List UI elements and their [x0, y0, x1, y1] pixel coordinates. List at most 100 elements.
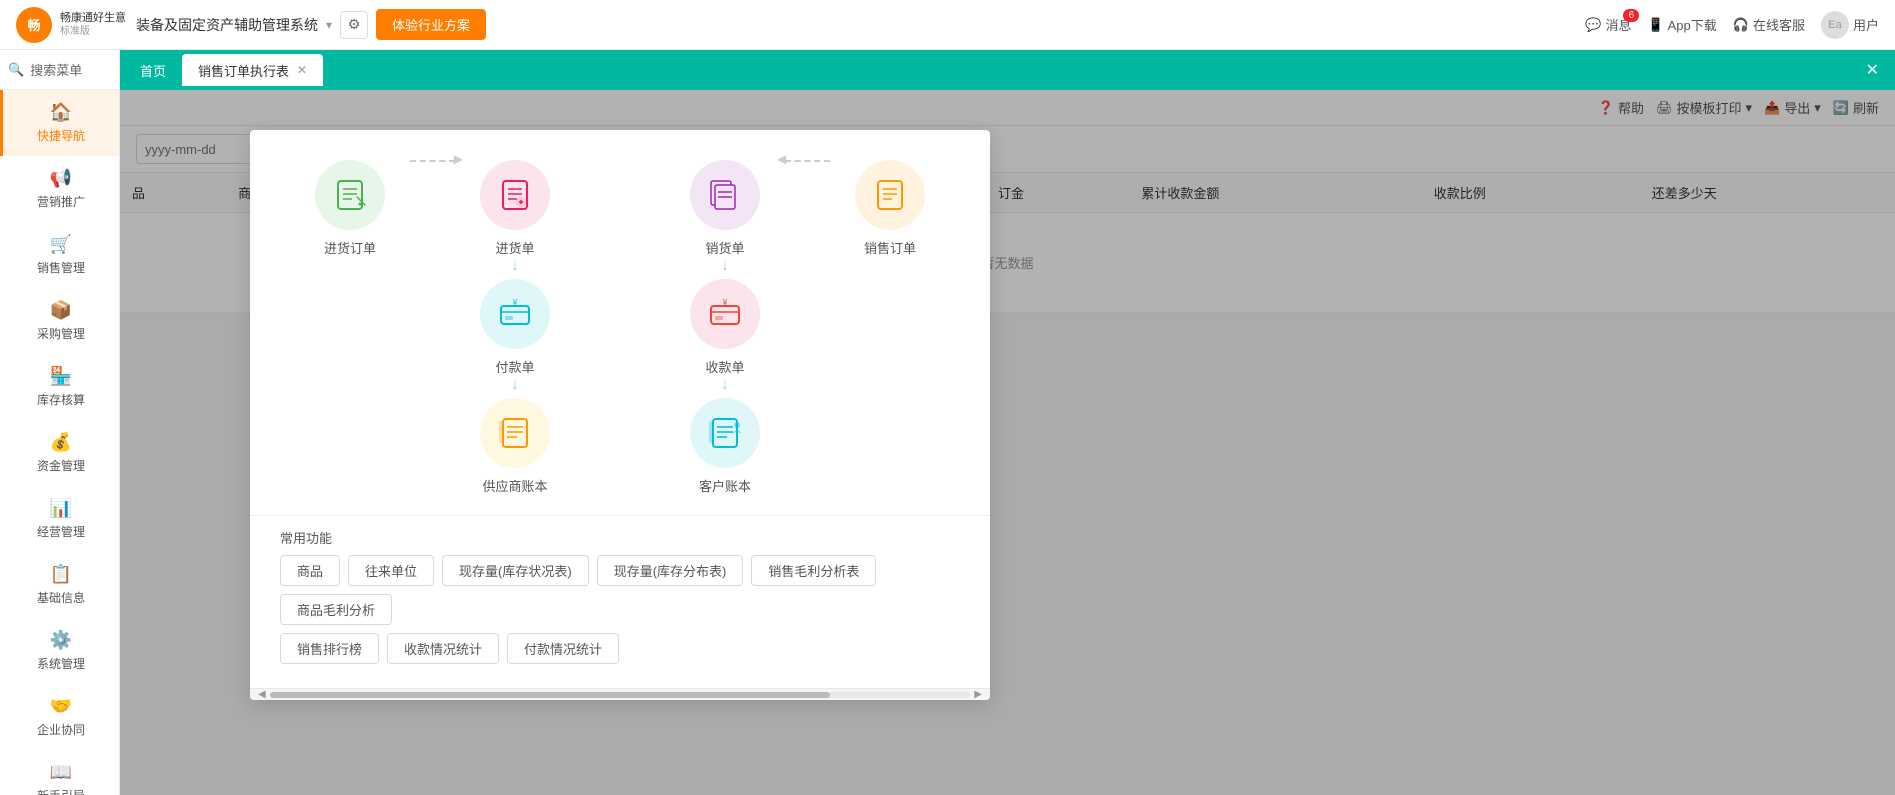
system-icon: ⚙️ — [50, 630, 72, 651]
scroll-left-button[interactable]: ◀ — [254, 689, 270, 700]
common-functions-title: 常用功能 — [280, 516, 960, 555]
service-icon: 🎧 — [1733, 17, 1749, 33]
sidebar-item-label: 基础信息 — [37, 589, 85, 606]
message-icon: 💬 — [1585, 17, 1601, 33]
scrollbar-track[interactable] — [270, 692, 971, 698]
logo-area: 畅 畅康通好生意 标准版 — [16, 7, 136, 43]
tab-close-icon[interactable]: ✕ — [297, 63, 307, 77]
sidebar-item-inventory[interactable]: 🏪 库存核算 — [0, 354, 119, 420]
marketing-icon: 📢 — [50, 168, 72, 189]
sidebar-item-purchase[interactable]: 📦 采购管理 — [0, 288, 119, 354]
user-menu-button[interactable]: Ea 用户 — [1821, 11, 1879, 39]
download-icon: 📱 — [1647, 17, 1663, 33]
message-badge: 6 — [1623, 9, 1639, 22]
func-btn-sales-rank[interactable]: 销售排行榜 — [280, 633, 379, 664]
message-button[interactable]: 💬 消息 6 — [1585, 15, 1631, 34]
sidebar-item-label: 库存核算 — [37, 391, 85, 408]
sidebar-item-sales[interactable]: 🛒 销售管理 — [0, 222, 119, 288]
payment-bill-node[interactable]: ¥ 付款单 — [455, 279, 575, 376]
logo-icon: 畅 — [16, 7, 52, 43]
sidebar-item-label: 经营管理 — [37, 523, 85, 540]
tab-home[interactable]: 首页 — [124, 54, 182, 86]
sidebar-item-operations[interactable]: 📊 经营管理 — [0, 486, 119, 552]
system-title: 装备及固定资产辅助管理系统 — [136, 15, 318, 35]
sidebar-item-marketing[interactable]: 📢 营销推广 — [0, 156, 119, 222]
logo-text: 畅康通好生意 标准版 — [60, 11, 126, 38]
receipt-bill-node[interactable]: ¥ 收款单 — [665, 279, 785, 376]
sidebar-item-label: 新手引导 — [37, 787, 85, 795]
scrollbar-thumb[interactable] — [270, 692, 830, 698]
main-layout: 🔍 搜索菜单 🏠 快捷导航 📢 营销推广 🛒 销售管理 📦 采购管理 🏪 库存核… — [0, 50, 1895, 795]
purchase-icon: 📦 — [50, 300, 72, 321]
purchase-bill-label: 进货单 — [495, 238, 534, 257]
finance-icon: 💰 — [50, 432, 72, 453]
top-header: 畅 畅康通好生意 标准版 装备及固定资产辅助管理系统 ▾ ⚙ 体验行业方案 💬 … — [0, 0, 1895, 50]
home-icon: 🏠 — [50, 102, 72, 123]
supplier-ledger-node[interactable]: 供应商账本 — [455, 398, 575, 495]
payment-bill-label: 付款单 — [495, 357, 534, 376]
beginner-icon: 📖 — [50, 762, 72, 783]
func-btn-sales-profit[interactable]: 销售毛利分析表 — [751, 555, 876, 586]
sidebar-item-quick-nav[interactable]: 🏠 快捷导航 — [0, 90, 119, 156]
purchase-bill-node[interactable]: 进货单 — [455, 160, 575, 257]
func-btn-partner[interactable]: 往来单位 — [348, 555, 434, 586]
system-title-area: 装备及固定资产辅助管理系统 ▾ ⚙ 体验行业方案 — [136, 9, 1585, 40]
func-btn-inventory-status[interactable]: 现存量(库存状况表) — [442, 555, 589, 586]
sidebar-item-label: 企业协同 — [37, 721, 85, 738]
purchase-order-label: 进货订单 — [324, 238, 376, 257]
sidebar-item-label: 资金管理 — [37, 457, 85, 474]
user-avatar: Ea — [1821, 11, 1849, 39]
customer-ledger-node[interactable]: 客户账本 — [665, 398, 785, 495]
popup-scrollbar: ◀ ▶ — [250, 688, 990, 700]
receipt-bill-label: 收款单 — [705, 357, 744, 376]
sidebar-item-beginner[interactable]: 📖 新手引导 — [0, 750, 119, 795]
sidebar-item-label: 营销推广 — [37, 193, 85, 210]
supplier-ledger-label: 供应商账本 — [482, 476, 547, 495]
scroll-right-button[interactable]: ▶ — [970, 689, 986, 700]
sales-bill-label: 销货单 — [705, 238, 744, 257]
operations-icon: 📊 — [50, 498, 72, 519]
home-tab-label: 首页 — [140, 61, 166, 80]
func-btn-product-profit[interactable]: 商品毛利分析 — [280, 594, 392, 625]
search-icon: 🔍 — [8, 62, 24, 78]
sales-icon: 🛒 — [50, 234, 72, 255]
page-content: ❓ 帮助 🖨 按模板打印 ▾ 📤 导出 ▾ 🔄 刷新 — [120, 90, 1895, 795]
customer-ledger-label: 客户账本 — [699, 476, 751, 495]
close-all-tabs-icon[interactable]: ✕ — [1854, 60, 1891, 80]
sales-order-tab-label: 销售订单执行表 — [198, 61, 289, 80]
func-btn-product[interactable]: 商品 — [280, 555, 340, 586]
search-menu-button[interactable]: 🔍 搜索菜单 — [0, 50, 119, 90]
svg-text:¥: ¥ — [722, 298, 728, 307]
app-download-button[interactable]: 📱 App下载 — [1647, 15, 1716, 34]
dropdown-arrow-icon[interactable]: ▾ — [326, 18, 332, 32]
sidebar-item-system[interactable]: ⚙️ 系统管理 — [0, 618, 119, 684]
svg-text:畅: 畅 — [27, 18, 40, 33]
sidebar-item-label: 快捷导航 — [37, 127, 85, 144]
tab-bar: 首页 销售订单执行表 ✕ ✕ — [120, 50, 1895, 90]
purchase-order-node[interactable]: 进货订单 — [290, 160, 410, 257]
sales-bill-node[interactable]: 销货单 — [665, 160, 785, 257]
header-right: 💬 消息 6 📱 App下载 🎧 在线客服 Ea 用户 — [1585, 11, 1879, 39]
sidebar-item-finance[interactable]: 💰 资金管理 — [0, 420, 119, 486]
func-btn-receipt-stats[interactable]: 收款情况统计 — [387, 633, 499, 664]
svg-text:¥: ¥ — [512, 298, 518, 307]
sales-order-label: 销售订单 — [864, 238, 916, 257]
inventory-icon: 🏪 — [50, 366, 72, 387]
tab-sales-order[interactable]: 销售订单执行表 ✕ — [182, 54, 323, 86]
function-buttons-row2: 销售排行榜 收款情况统计 付款情况统计 — [280, 633, 960, 664]
sidebar-item-basic-info[interactable]: 📋 基础信息 — [0, 552, 119, 618]
popup-panel: 进货订单 ▶ — [250, 130, 990, 700]
sales-order-node[interactable]: 销售订单 — [830, 160, 950, 257]
online-service-button[interactable]: 🎧 在线客服 — [1733, 15, 1805, 34]
func-btn-inventory-dist[interactable]: 现存量(库存分布表) — [597, 555, 744, 586]
func-btn-payment-stats[interactable]: 付款情况统计 — [507, 633, 619, 664]
sidebar-item-label: 销售管理 — [37, 259, 85, 276]
sidebar: 🔍 搜索菜单 🏠 快捷导航 📢 营销推广 🛒 销售管理 📦 采购管理 🏪 库存核… — [0, 50, 120, 795]
sidebar-item-enterprise[interactable]: 🤝 企业协同 — [0, 684, 119, 750]
function-buttons-row1: 商品 往来单位 现存量(库存状况表) 现存量(库存分布表) 销售毛利分析表 商品… — [280, 555, 960, 625]
basic-info-icon: 📋 — [50, 564, 72, 585]
common-functions: 常用功能 商品 往来单位 现存量(库存状况表) 现存量(库存分布表) 销售毛利分… — [250, 515, 990, 688]
settings-button[interactable]: ⚙ — [340, 11, 368, 39]
trial-button[interactable]: 体验行业方案 — [376, 9, 486, 40]
sidebar-item-label: 采购管理 — [37, 325, 85, 342]
